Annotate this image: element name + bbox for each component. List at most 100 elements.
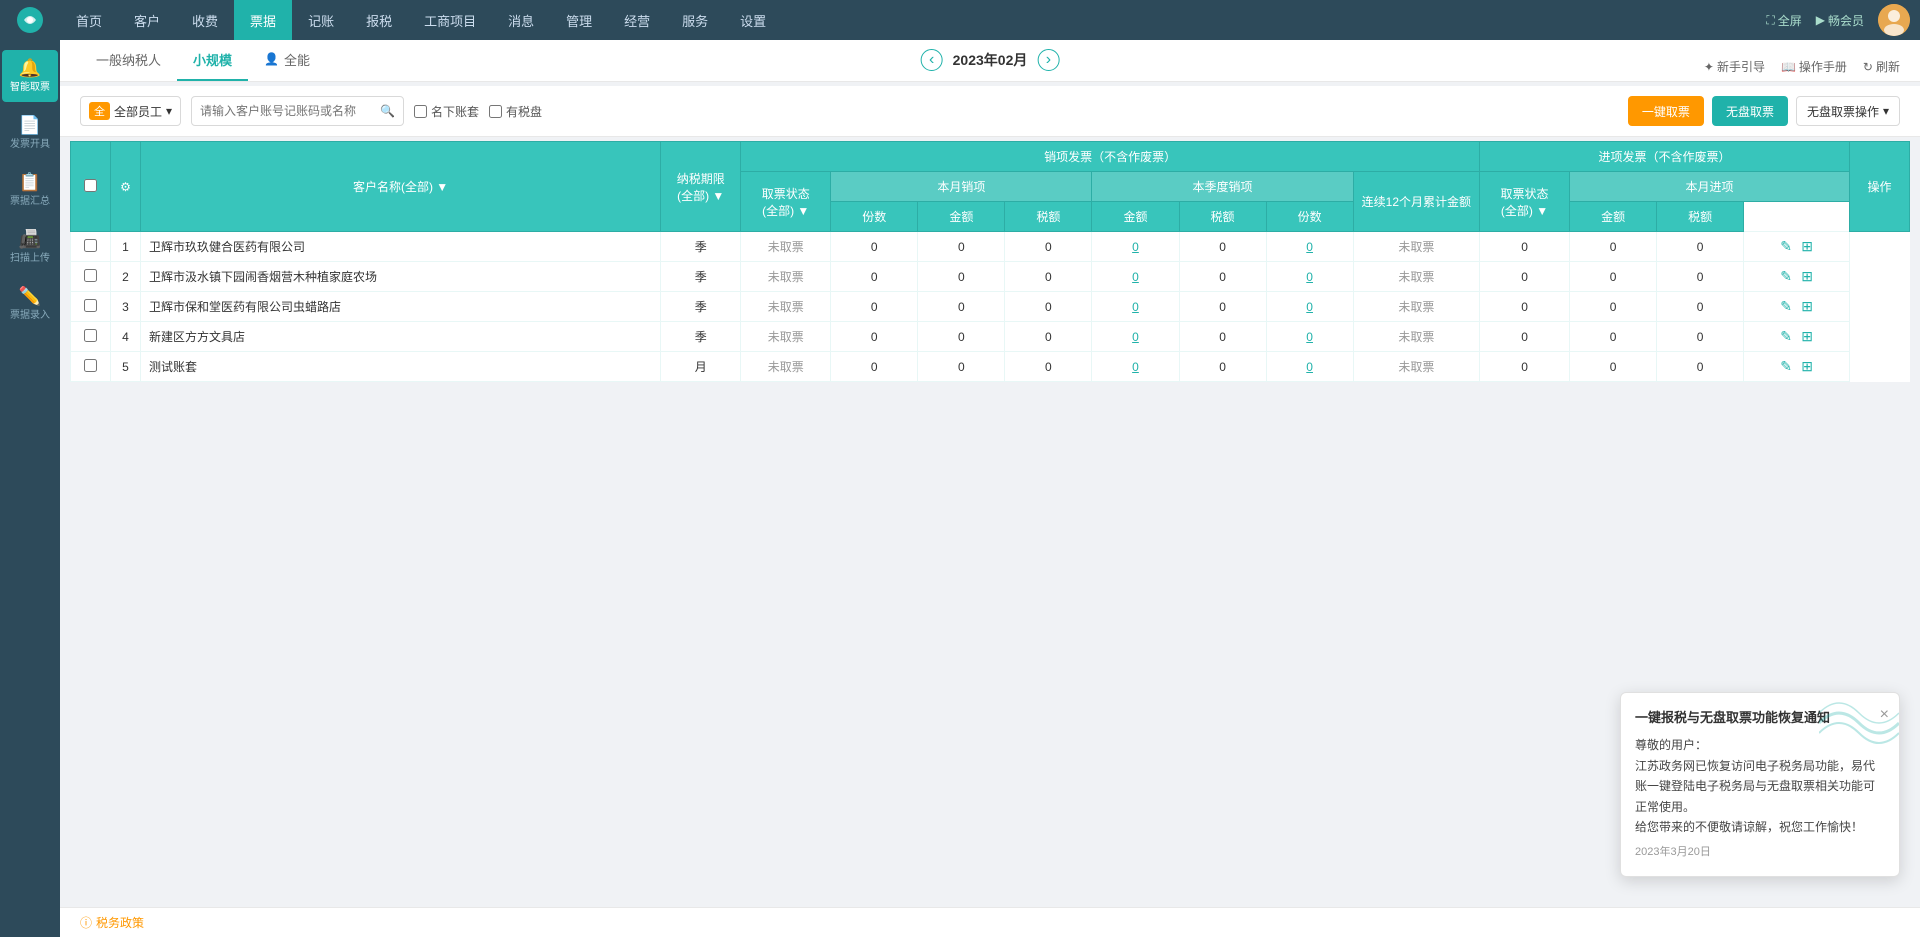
toolbar: 全 全部员工 ▾ 🔍 名下账套 有税盘 一键取票 无盘取票 无盘取票操作 — [60, 86, 1920, 137]
row-checkbox[interactable] — [84, 269, 97, 282]
view-icon[interactable]: ⊞ — [1801, 328, 1813, 344]
row-tax-period: 季 — [661, 292, 741, 322]
view-icon[interactable]: ⊞ — [1801, 238, 1813, 254]
row-purchase-status: 未取票 — [1353, 322, 1479, 352]
search-icon[interactable]: 🔍 — [380, 104, 395, 118]
notif-date: 2023年3月20日 — [1635, 843, 1885, 862]
refresh-btn[interactable]: ↻ 刷新 — [1863, 58, 1900, 75]
row-sales-shares-m: 0 — [831, 232, 918, 262]
nav-item-票据[interactable]: 票据 — [234, 0, 292, 40]
select-all-checkbox[interactable] — [84, 179, 97, 192]
row-actions: ✎ ⊞ — [1744, 322, 1850, 352]
view-icon[interactable]: ⊞ — [1801, 268, 1813, 284]
sidebar-item-票据录入[interactable]: ✏️ 票据录入 — [2, 278, 58, 330]
row-checkbox[interactable] — [84, 359, 97, 372]
sidebar-label: 票据录入 — [10, 310, 50, 322]
employee-filter[interactable]: 全 全部员工 ▾ — [80, 96, 181, 126]
sub-tab-全能[interactable]: 👤全能 — [248, 40, 326, 81]
edit-icon[interactable]: ✎ — [1780, 298, 1792, 314]
row-actions: ✎ ⊞ — [1744, 232, 1850, 262]
logo[interactable] — [10, 0, 50, 40]
sidebar-item-票据汇总[interactable]: 📋 票据汇总 — [2, 164, 58, 216]
sidebar-icon: ✏️ — [19, 286, 41, 307]
nav-item-设置[interactable]: 设置 — [724, 0, 782, 40]
row-sales-tax-m: 0 — [1005, 262, 1092, 292]
view-icon[interactable]: ⊞ — [1801, 298, 1813, 314]
new-guide-btn[interactable]: ✦ 新手引导 — [1704, 58, 1765, 75]
notif-body: 江苏政务网已恢复访问电子税务局功能，易代账一键登陆电子税务局与无盘取票相关功能可… — [1635, 756, 1885, 817]
notification-popup: × 一键报税与无盘取票功能恢复通知 尊敬的用户： 江苏政务网已恢复访问电子税务局… — [1620, 692, 1900, 877]
sub-tab-一般纳税人[interactable]: 一般纳税人 — [80, 40, 177, 81]
nav-item-收费[interactable]: 收费 — [176, 0, 234, 40]
row-sales-shares-m: 0 — [831, 292, 918, 322]
next-month-btn[interactable]: › — [1037, 49, 1059, 71]
fullscreen-btn[interactable]: ⛶ 全屏 — [1766, 12, 1801, 29]
tax-policy-link[interactable]: ⓘ 税务政策 — [80, 914, 144, 931]
date-nav: ‹ 2023年02月 › — [921, 40, 1060, 81]
tax-disk-check[interactable] — [489, 105, 502, 118]
edit-icon[interactable]: ✎ — [1780, 358, 1792, 374]
sub-tab-小规模[interactable]: 小规模 — [177, 40, 248, 81]
sidebar-item-智能取票[interactable]: 🔔 智能取票 — [2, 50, 58, 102]
row-purchase-amount-m: 0 — [1570, 262, 1657, 292]
nav-item-首页[interactable]: 首页 — [60, 0, 118, 40]
row-sales-status: 未取票 — [741, 232, 831, 262]
no-disk-op-btn[interactable]: 无盘取票操作 ▾ — [1796, 96, 1900, 126]
member-btn[interactable]: ▶ 畅会员 — [1816, 12, 1864, 29]
row-sales-amount-q: 0 — [1092, 292, 1179, 322]
row-checkbox[interactable] — [84, 299, 97, 312]
sidebar-item-扫描上传[interactable]: 📠 扫描上传 — [2, 221, 58, 273]
row-name: 卫辉市玖玖健合医药有限公司 — [141, 232, 661, 262]
sidebar-item-发票开具[interactable]: 📄 发票开具 — [2, 107, 58, 159]
row-no: 4 — [111, 322, 141, 352]
prev-month-btn[interactable]: ‹ — [921, 49, 943, 71]
col-sales-shares-m: 份数 — [831, 202, 918, 232]
col-month-purchase: 本月进项 — [1570, 172, 1850, 202]
one-key-btn[interactable]: 一键取票 — [1628, 96, 1704, 126]
row-purchase-amount-m: 0 — [1570, 292, 1657, 322]
no-disk-btn[interactable]: 无盘取票 — [1712, 96, 1788, 126]
row-checkbox[interactable] — [84, 239, 97, 252]
row-checkbox[interactable] — [84, 329, 97, 342]
row-sales-amount-m: 0 — [918, 352, 1005, 382]
search-input[interactable] — [200, 104, 380, 118]
edit-icon[interactable]: ✎ — [1780, 328, 1792, 344]
tax-disk-checkbox[interactable]: 有税盘 — [489, 103, 542, 120]
row-purchase-tax-m: 0 — [1657, 262, 1744, 292]
col-sales-header: 销项发票（不含作废票） — [741, 142, 1480, 172]
row-sales-shares-m: 0 — [831, 262, 918, 292]
top-nav: 首页客户收费票据记账报税工商项目消息管理经营服务设置 ⛶ 全屏 ▶ 畅会员 — [0, 0, 1920, 40]
sidebar-label: 票据汇总 — [10, 196, 50, 208]
view-icon[interactable]: ⊞ — [1801, 358, 1813, 374]
nav-item-工商项目[interactable]: 工商项目 — [408, 0, 492, 40]
settings-icon[interactable]: ⚙ — [120, 180, 131, 194]
guide-icon: ✦ — [1704, 60, 1714, 74]
sub-header-right: ✦ 新手引导 📖 操作手册 ↻ 刷新 — [1704, 58, 1900, 81]
refresh-icon: ↻ — [1863, 60, 1873, 74]
edit-icon[interactable]: ✎ — [1780, 268, 1792, 284]
nav-item-客户[interactable]: 客户 — [118, 0, 176, 40]
my-account-checkbox[interactable]: 名下账套 — [414, 103, 479, 120]
manual-btn[interactable]: 📖 操作手册 — [1781, 58, 1847, 75]
table-row: 1 卫辉市玖玖健合医药有限公司 季 未取票 0 0 0 0 0 0 未取票 0 … — [71, 232, 1910, 262]
nav-item-报税[interactable]: 报税 — [350, 0, 408, 40]
my-account-check[interactable] — [414, 105, 427, 118]
nav-item-服务[interactable]: 服务 — [666, 0, 724, 40]
nav-item-消息[interactable]: 消息 — [492, 0, 550, 40]
nav-items: 首页客户收费票据记账报税工商项目消息管理经营服务设置 — [60, 0, 1766, 40]
sidebar-icon: 🔔 — [19, 58, 41, 79]
nav-item-经营[interactable]: 经营 — [608, 0, 666, 40]
row-name: 卫辉市汲水镇下园闹香烟营木种植家庭农场 — [141, 262, 661, 292]
row-name: 新建区方方文具店 — [141, 322, 661, 352]
nav-item-记账[interactable]: 记账 — [292, 0, 350, 40]
row-cumulative12: 0 — [1266, 292, 1353, 322]
right-tools: ⛶ 全屏 ▶ 畅会员 — [1766, 4, 1910, 36]
row-sales-shares-m: 0 — [831, 322, 918, 352]
avatar[interactable] — [1878, 4, 1910, 36]
sidebar-icon: 📋 — [19, 172, 41, 193]
edit-icon[interactable]: ✎ — [1780, 238, 1792, 254]
dropdown-icon: ▾ — [166, 104, 172, 118]
nav-item-管理[interactable]: 管理 — [550, 0, 608, 40]
row-tax-period: 月 — [661, 352, 741, 382]
row-no: 2 — [111, 262, 141, 292]
